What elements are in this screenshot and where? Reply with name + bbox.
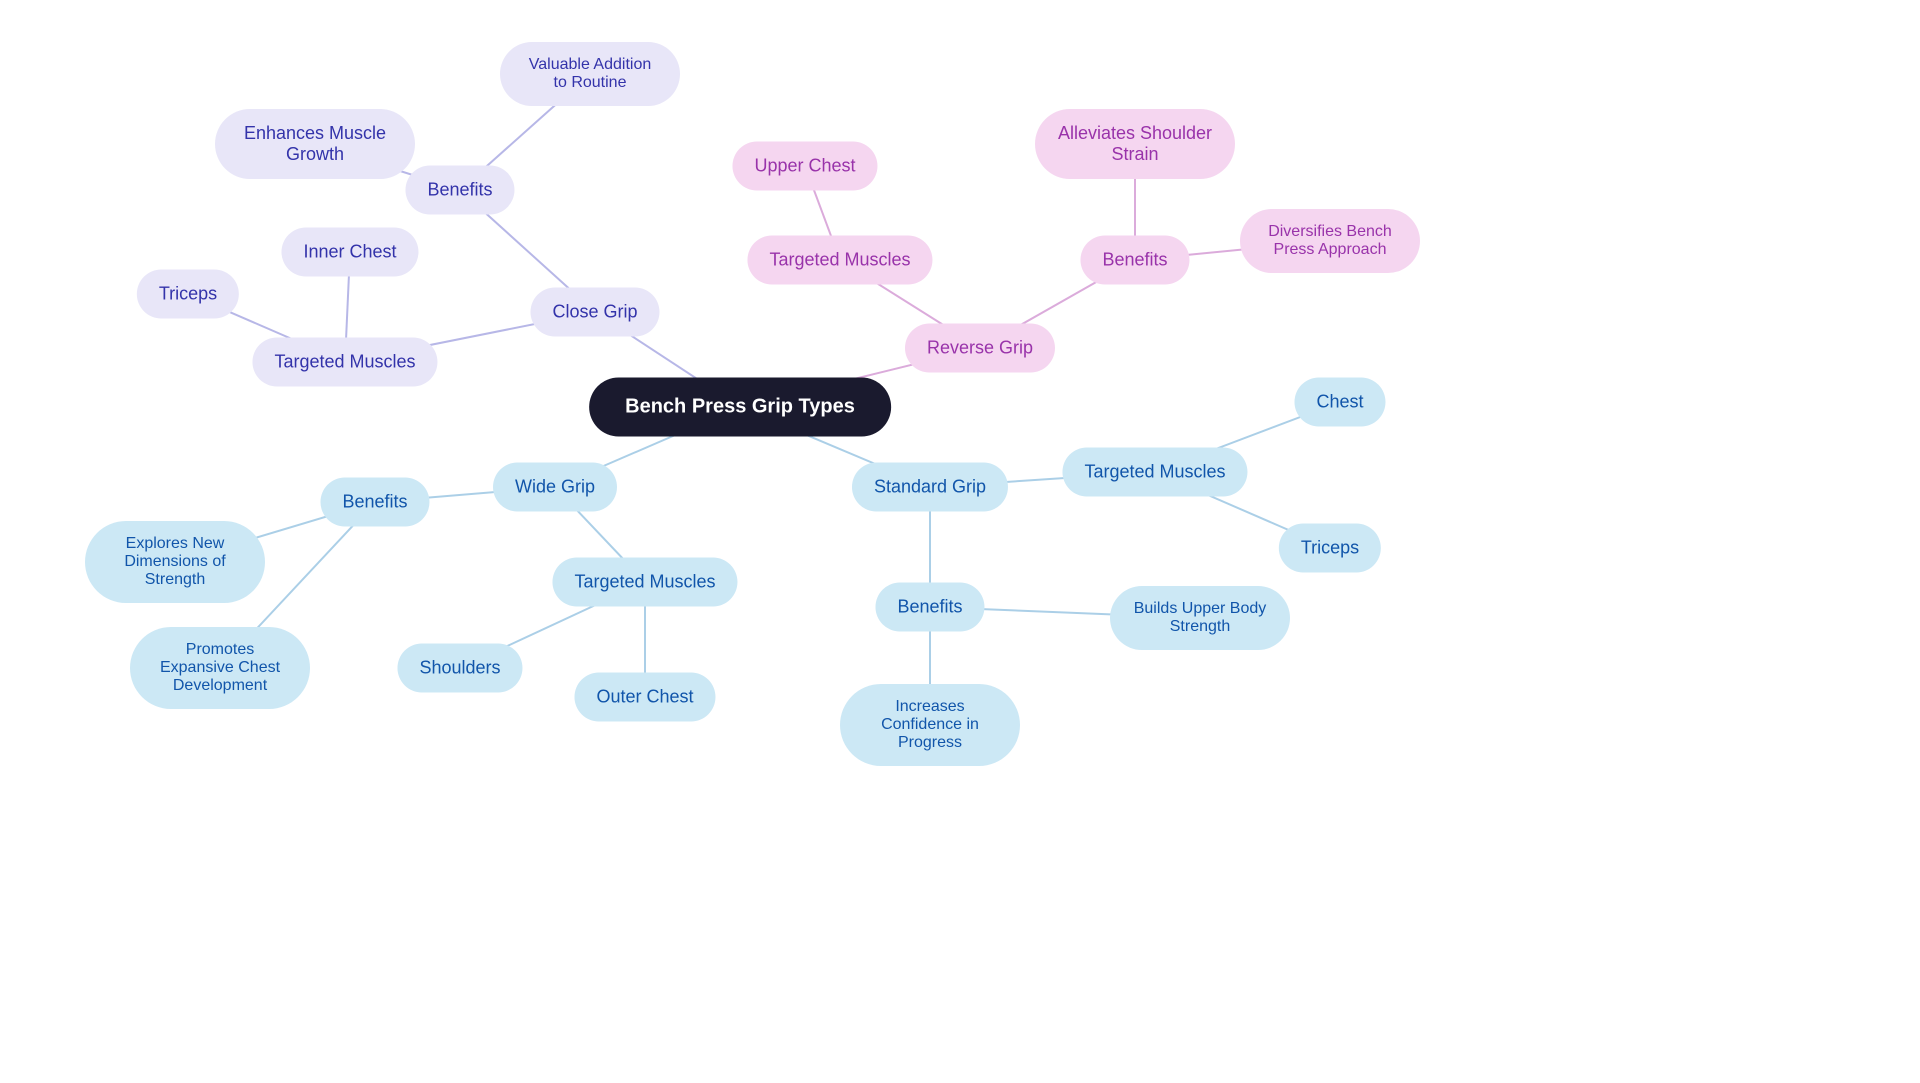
node-close-triceps[interactable]: Triceps [137,270,239,319]
node-close-valuable[interactable]: Valuable Addition to Routine [500,42,680,106]
node-reverse-diversifies[interactable]: Diversifies Bench Press Approach [1240,209,1420,273]
mind-map: Bench Press Grip Types Close Grip Benefits… [0,0,1920,1083]
node-standard-builds[interactable]: Builds Upper Body Strength [1110,586,1290,650]
node-reverse-alleviates[interactable]: Alleviates Shoulder Strain [1035,109,1235,179]
node-standard-chest[interactable]: Chest [1294,378,1385,427]
node-reverse-grip[interactable]: Reverse Grip [905,324,1055,373]
node-wide-shoulders[interactable]: Shoulders [397,644,522,693]
node-wide-benefits[interactable]: Benefits [320,478,429,527]
node-reverse-benefits[interactable]: Benefits [1080,236,1189,285]
node-close-inner[interactable]: Inner Chest [281,228,418,277]
node-wide-grip[interactable]: Wide Grip [493,463,617,512]
node-standard-triceps[interactable]: Triceps [1279,524,1381,573]
node-close-targeted[interactable]: Targeted Muscles [252,338,437,387]
node-wide-promotes[interactable]: Promotes Expansive Chest Development [130,627,310,709]
node-reverse-upper-chest[interactable]: Upper Chest [732,142,877,191]
node-reverse-targeted[interactable]: Targeted Muscles [747,236,932,285]
node-standard-benefits[interactable]: Benefits [875,583,984,632]
node-close-benefits[interactable]: Benefits [405,166,514,215]
node-standard-targeted[interactable]: Targeted Muscles [1062,448,1247,497]
node-wide-targeted[interactable]: Targeted Muscles [552,558,737,607]
node-standard-increases[interactable]: Increases Confidence in Progress [840,684,1020,766]
node-wide-explores[interactable]: Explores New Dimensions of Strength [85,521,265,603]
node-standard-grip[interactable]: Standard Grip [852,463,1008,512]
node-close-enhances[interactable]: Enhances Muscle Growth [215,109,415,179]
node-wide-outer[interactable]: Outer Chest [574,673,715,722]
node-close-grip[interactable]: Close Grip [530,288,659,337]
center-node[interactable]: Bench Press Grip Types [589,378,891,437]
